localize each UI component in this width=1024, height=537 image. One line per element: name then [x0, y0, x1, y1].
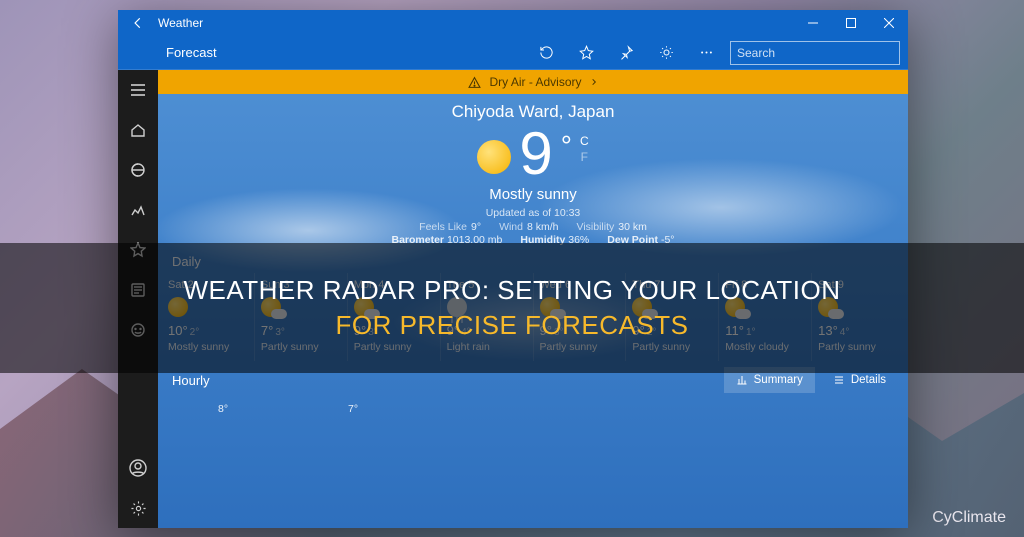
current-temp: 9 [519, 124, 552, 184]
close-button[interactable] [870, 10, 908, 36]
chevron-right-icon [590, 78, 598, 86]
search-input[interactable] [730, 41, 900, 65]
minimize-button[interactable] [794, 10, 832, 36]
page-title: Forecast [166, 45, 217, 60]
hourly-preview: 8° 7° [158, 393, 908, 415]
nav-home[interactable] [118, 110, 158, 150]
unit-fahrenheit[interactable]: F [580, 150, 589, 166]
refresh-button[interactable] [526, 36, 566, 70]
nav-settings[interactable] [118, 488, 158, 528]
more-button[interactable] [686, 36, 726, 70]
promo-headline: WEATHER RADAR PRO: SETTING YOUR LOCATION… [0, 243, 1024, 373]
hourly-tick: 8° [218, 403, 228, 415]
location-name: Chiyoda Ward, Japan [158, 102, 908, 122]
pin-button[interactable] [606, 36, 646, 70]
nav-history[interactable] [118, 190, 158, 230]
nav-maps[interactable] [118, 150, 158, 190]
advisory-text: Dry Air - Advisory [489, 75, 581, 89]
warning-icon [468, 76, 481, 89]
unit-celsius[interactable]: C [580, 134, 589, 150]
details-label: Details [851, 374, 886, 386]
degree-symbol: ° [561, 130, 572, 162]
current-conditions: Chiyoda Ward, Japan 9 ° C F Mostly sunny… [158, 94, 908, 246]
favorite-button[interactable] [566, 36, 606, 70]
command-bar: Forecast [118, 36, 908, 70]
headline-line2: FOR PRECISE FORECASTS [336, 310, 689, 341]
metrics-row-1: Feels Like9° Wind8 km/h Visibility30 km [158, 221, 908, 233]
sun-icon [477, 140, 511, 174]
back-button[interactable] [118, 16, 158, 30]
window-titlebar: Weather [118, 10, 908, 36]
brand-watermark: CyClimate [932, 509, 1006, 527]
advisory-banner[interactable]: Dry Air - Advisory [158, 70, 908, 94]
app-title: Weather [158, 16, 203, 30]
maximize-button[interactable] [832, 10, 870, 36]
updated-time: Updated as of 10:33 [158, 207, 908, 219]
current-condition: Mostly sunny [158, 186, 908, 203]
hamburger-button[interactable] [118, 70, 158, 110]
hourly-tick: 7° [348, 403, 358, 415]
nav-account[interactable] [118, 448, 158, 488]
summary-label: Summary [754, 374, 803, 386]
list-icon [833, 374, 845, 386]
chart-icon [736, 374, 748, 386]
theme-button[interactable] [646, 36, 686, 70]
headline-line1: WEATHER RADAR PRO: SETTING YOUR LOCATION [183, 275, 840, 306]
hourly-heading: Hourly [172, 373, 210, 388]
